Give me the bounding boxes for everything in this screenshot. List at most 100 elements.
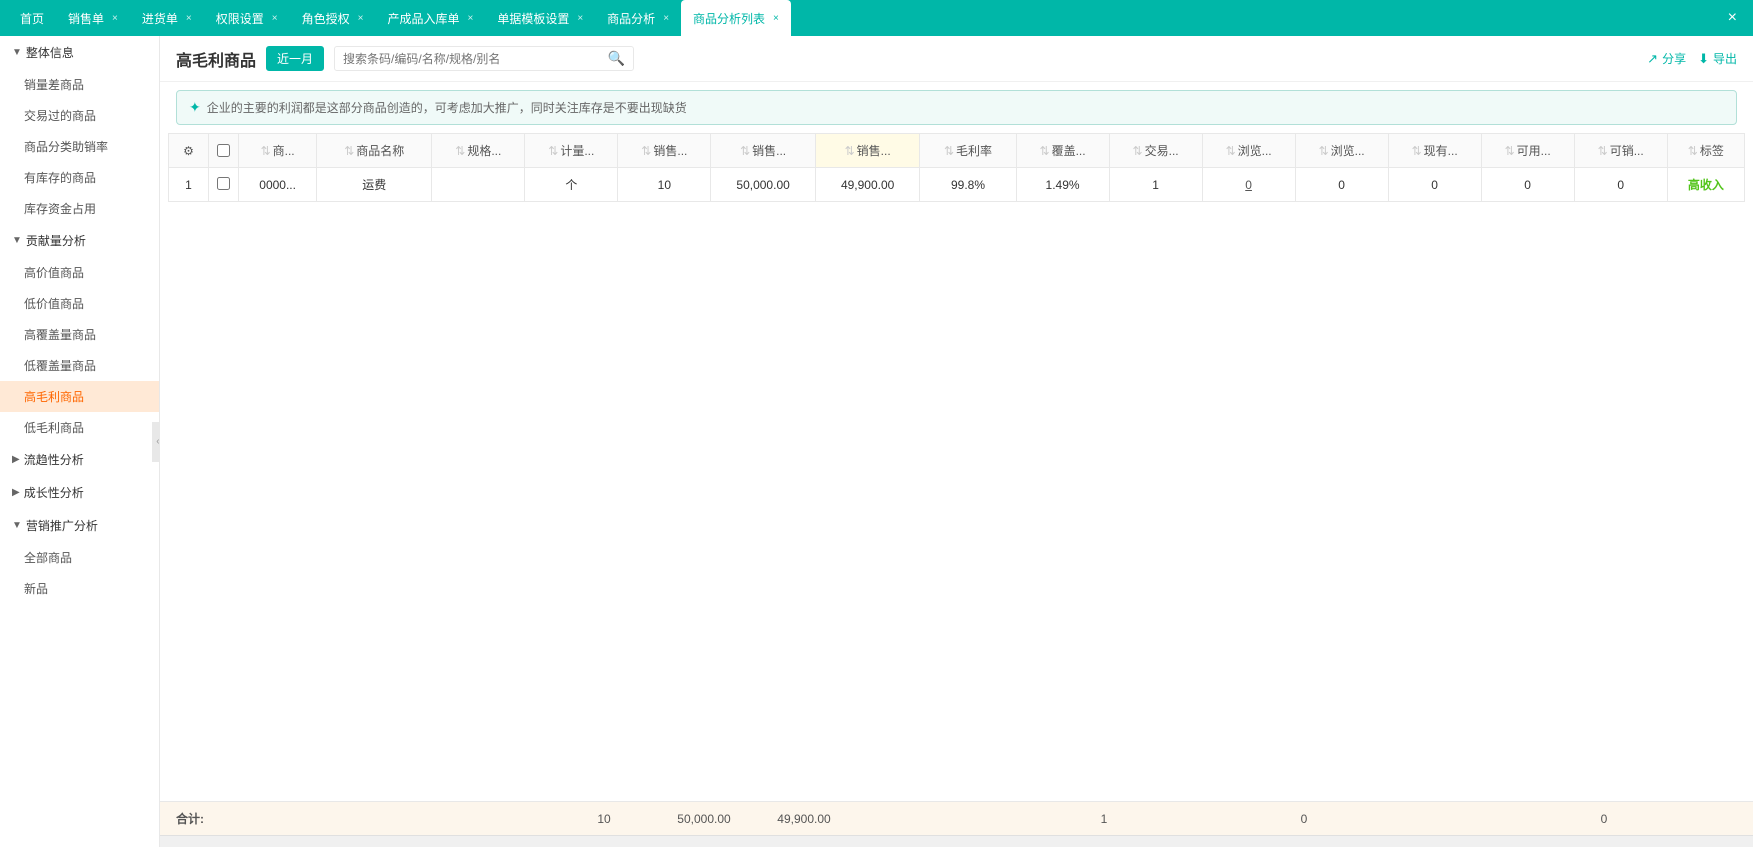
nav-item-analysis-list[interactable]: 商品分析列表 × [681, 0, 791, 36]
th-margin-sort: ⇅ [944, 144, 954, 158]
nav-label-inbound: 产成品入库单 [387, 10, 459, 27]
search-box: 🔍 [334, 46, 634, 71]
sidebar-group-label-trend: 流趋性分析 [24, 451, 84, 468]
sidebar-collapse-button[interactable]: « [152, 422, 160, 462]
cell-browse1[interactable]: 0 [1202, 168, 1295, 202]
th-trade[interactable]: ⇅ 交易... [1109, 134, 1202, 168]
sidebar-item-low-value[interactable]: 低价值商品 [0, 288, 159, 319]
th-code[interactable]: ⇅ 商... [239, 134, 317, 168]
nav-item-role[interactable]: 角色授权 × [290, 0, 376, 36]
share-icon: ↗ [1647, 51, 1658, 67]
table-container: ⚙ ⇅ 商... [160, 133, 1753, 801]
data-table: ⚙ ⇅ 商... [168, 133, 1745, 202]
export-button[interactable]: ⬇ 导出 [1698, 50, 1737, 67]
th-sale2-sort: ⇅ [740, 144, 750, 158]
row-checkbox[interactable] [217, 177, 230, 190]
nav-close-purchase[interactable]: × [186, 13, 192, 24]
search-icon[interactable]: 🔍 [608, 50, 625, 67]
footer-sale2: 50,000.00 [664, 812, 744, 826]
th-cover-sort: ⇅ [1040, 144, 1050, 158]
th-name[interactable]: ⇅ 商品名称 [317, 134, 432, 168]
sidebar-group-label-growth: 成长性分析 [24, 484, 84, 501]
nav-close-inbound[interactable]: × [467, 13, 473, 24]
nav-close-analysis[interactable]: × [663, 13, 669, 24]
sidebar-item-high-value[interactable]: 高价值商品 [0, 257, 159, 288]
nav-close-sales[interactable]: × [112, 13, 118, 24]
sidebar-item-all-goods[interactable]: 全部商品 [0, 542, 159, 573]
sidebar-item-traded[interactable]: 交易过的商品 [0, 100, 159, 131]
th-saleable-sort: ⇅ [1598, 144, 1608, 158]
th-spec[interactable]: ⇅ 规格... [432, 134, 525, 168]
sidebar-group-marketing[interactable]: ▼ 营销推广分析 [0, 509, 159, 542]
cell-browse2: 0 [1295, 168, 1388, 202]
sidebar-item-low-sales[interactable]: 销量差商品 [0, 69, 159, 100]
search-input[interactable] [343, 52, 602, 66]
arrow-growth: ▶ [12, 487, 20, 498]
nav-item-permission[interactable]: 权限设置 × [204, 0, 290, 36]
footer-trade: 1 [1064, 812, 1144, 826]
th-available-sort: ⇅ [1505, 144, 1515, 158]
horizontal-scrollbar[interactable] [160, 835, 1753, 847]
th-cover[interactable]: ⇅ 覆盖... [1016, 134, 1109, 168]
th-gear-icon[interactable]: ⚙ [183, 144, 194, 158]
sidebar: ▼ 整体信息 销量差商品 交易过的商品 商品分类助销率 有库存的商品 库存资金占… [0, 36, 160, 847]
th-unit[interactable]: ⇅ 计量... [525, 134, 618, 168]
browse1-link[interactable]: 0 [1245, 178, 1252, 192]
nav-item-inbound[interactable]: 产成品入库单 × [375, 0, 485, 36]
sidebar-item-stock-fund[interactable]: 库存资金占用 [0, 193, 159, 224]
th-current[interactable]: ⇅ 现有... [1388, 134, 1481, 168]
sidebar-item-category-rate[interactable]: 商品分类助销率 [0, 131, 159, 162]
nav-item-analysis[interactable]: 商品分析 × [595, 0, 681, 36]
nav-item-template[interactable]: 单据模板设置 × [485, 0, 595, 36]
nav-item-home[interactable]: 首页 [8, 0, 56, 36]
th-browse2[interactable]: ⇅ 浏览... [1295, 134, 1388, 168]
sidebar-item-high-margin[interactable]: 高毛利商品 [0, 381, 159, 412]
th-spec-sort: ⇅ [455, 144, 465, 158]
sidebar-group-label-contribution: 贡献量分析 [26, 232, 86, 249]
sidebar-group-label-overview: 整体信息 [26, 44, 74, 61]
filter-recent-month[interactable]: 近一月 [266, 46, 324, 71]
cell-check[interactable] [209, 168, 239, 202]
th-margin[interactable]: ⇅ 毛利率 [920, 134, 1016, 168]
sidebar-item-low-coverage[interactable]: 低覆盖量商品 [0, 350, 159, 381]
sidebar-item-in-stock[interactable]: 有库存的商品 [0, 162, 159, 193]
export-label: 导出 [1713, 50, 1737, 67]
nav-close-analysis-list[interactable]: × [773, 13, 779, 24]
th-sale2[interactable]: ⇅ 销售... [711, 134, 816, 168]
footer-sale3: 49,900.00 [764, 812, 844, 826]
nav-item-purchase[interactable]: 进货单 × [130, 0, 204, 36]
th-sale3[interactable]: ⇅ 销售... [815, 134, 920, 168]
nav-close-role[interactable]: × [358, 13, 364, 24]
export-icon: ⬇ [1698, 51, 1709, 67]
nav-close-permission[interactable]: × [272, 13, 278, 24]
sidebar-group-contribution[interactable]: ▼ 贡献量分析 [0, 224, 159, 257]
th-browse1[interactable]: ⇅ 浏览... [1202, 134, 1295, 168]
sidebar-group-overview[interactable]: ▼ 整体信息 [0, 36, 159, 69]
cell-trade: 1 [1109, 168, 1202, 202]
table-header-row: ⚙ ⇅ 商... [169, 134, 1745, 168]
footer-saleable: 0 [1564, 812, 1644, 826]
content-header: 高毛利商品 近一月 🔍 ↗ 分享 ⬇ 导出 [160, 36, 1753, 82]
info-text: 企业的主要的利润都是这部分商品创造的，可考虑加大推广，同时关注库存是不要出现缺货 [207, 99, 687, 116]
sidebar-item-high-coverage[interactable]: 高覆盖量商品 [0, 319, 159, 350]
nav-item-sales[interactable]: 销售单 × [56, 0, 130, 36]
nav-close-template[interactable]: × [577, 13, 583, 24]
nav-label-home: 首页 [20, 10, 44, 27]
sidebar-item-low-margin[interactable]: 低毛利商品 [0, 412, 159, 443]
cell-code: 0000... [239, 168, 317, 202]
cell-sale3: 49,900.00 [815, 168, 920, 202]
sidebar-group-trend[interactable]: ▶ 流趋性分析 [0, 443, 159, 476]
th-browse1-sort: ⇅ [1226, 144, 1236, 158]
th-saleable[interactable]: ⇅ 可销... [1574, 134, 1667, 168]
th-sale1[interactable]: ⇅ 销售... [618, 134, 711, 168]
th-tag[interactable]: ⇅ 标签 [1667, 134, 1744, 168]
sidebar-group-growth[interactable]: ▶ 成长性分析 [0, 476, 159, 509]
footer-browse2: 0 [1264, 812, 1344, 826]
sidebar-item-new-goods[interactable]: 新品 [0, 573, 159, 604]
close-all-tabs[interactable]: × [1720, 9, 1745, 27]
th-available[interactable]: ⇅ 可用... [1481, 134, 1574, 168]
share-button[interactable]: ↗ 分享 [1647, 50, 1686, 67]
th-seq: ⚙ [169, 134, 209, 168]
th-browse2-sort: ⇅ [1319, 144, 1329, 158]
select-all-checkbox[interactable] [217, 144, 230, 157]
